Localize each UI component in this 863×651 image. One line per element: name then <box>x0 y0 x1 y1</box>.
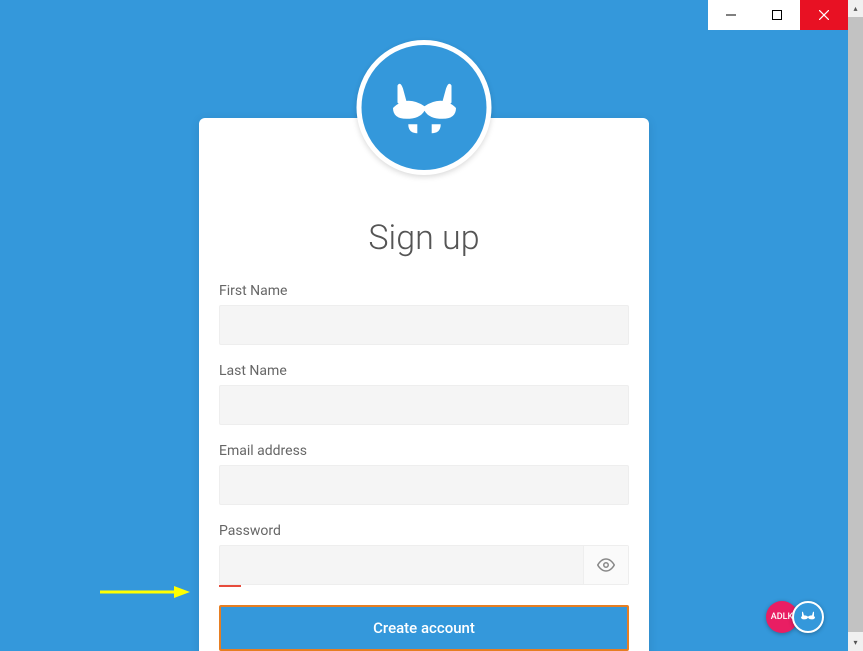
first-name-label: First Name <box>219 283 629 299</box>
scrollbar-thumb[interactable] <box>848 17 863 632</box>
arrow-right-icon <box>100 585 190 599</box>
franz-mustache-icon <box>379 63 469 153</box>
last-name-wrap <box>219 385 629 425</box>
email-label: Email address <box>219 443 629 459</box>
page-title: Sign up <box>219 218 629 258</box>
password-label: Password <box>219 523 629 539</box>
password-input[interactable] <box>220 546 628 584</box>
signup-card: Sign up First Name Last Name Email addre… <box>199 118 649 651</box>
email-group: Email address <box>219 443 629 505</box>
email-input[interactable] <box>220 466 628 504</box>
first-name-input[interactable] <box>220 306 628 344</box>
eye-icon <box>597 556 615 574</box>
franz-mustache-small-icon <box>798 607 818 627</box>
minimize-button[interactable] <box>708 0 754 30</box>
maximize-button[interactable] <box>754 0 800 30</box>
last-name-input[interactable] <box>220 386 628 424</box>
last-name-group: Last Name <box>219 363 629 425</box>
scroll-up-arrow[interactable]: ▴ <box>848 0 863 17</box>
content-area: Sign up First Name Last Name Email addre… <box>0 0 848 651</box>
create-account-button[interactable]: Create account <box>219 605 629 651</box>
first-name-wrap <box>219 305 629 345</box>
password-strength-bar <box>219 585 241 587</box>
scroll-down-arrow[interactable]: ▾ <box>848 634 863 651</box>
last-name-label: Last Name <box>219 363 629 379</box>
franz-badge[interactable] <box>792 601 824 633</box>
email-wrap <box>219 465 629 505</box>
floating-badges: ADLK <box>766 601 824 633</box>
close-button[interactable] <box>800 0 848 30</box>
toggle-password-visibility[interactable] <box>583 546 628 584</box>
first-name-group: First Name <box>219 283 629 345</box>
window-titlebar <box>708 0 848 30</box>
password-group: Password <box>219 523 629 587</box>
annotation-arrow <box>100 584 190 603</box>
scrollbar[interactable]: ▴ ▾ <box>848 0 863 651</box>
password-wrap <box>219 545 629 585</box>
app-logo <box>357 40 492 175</box>
